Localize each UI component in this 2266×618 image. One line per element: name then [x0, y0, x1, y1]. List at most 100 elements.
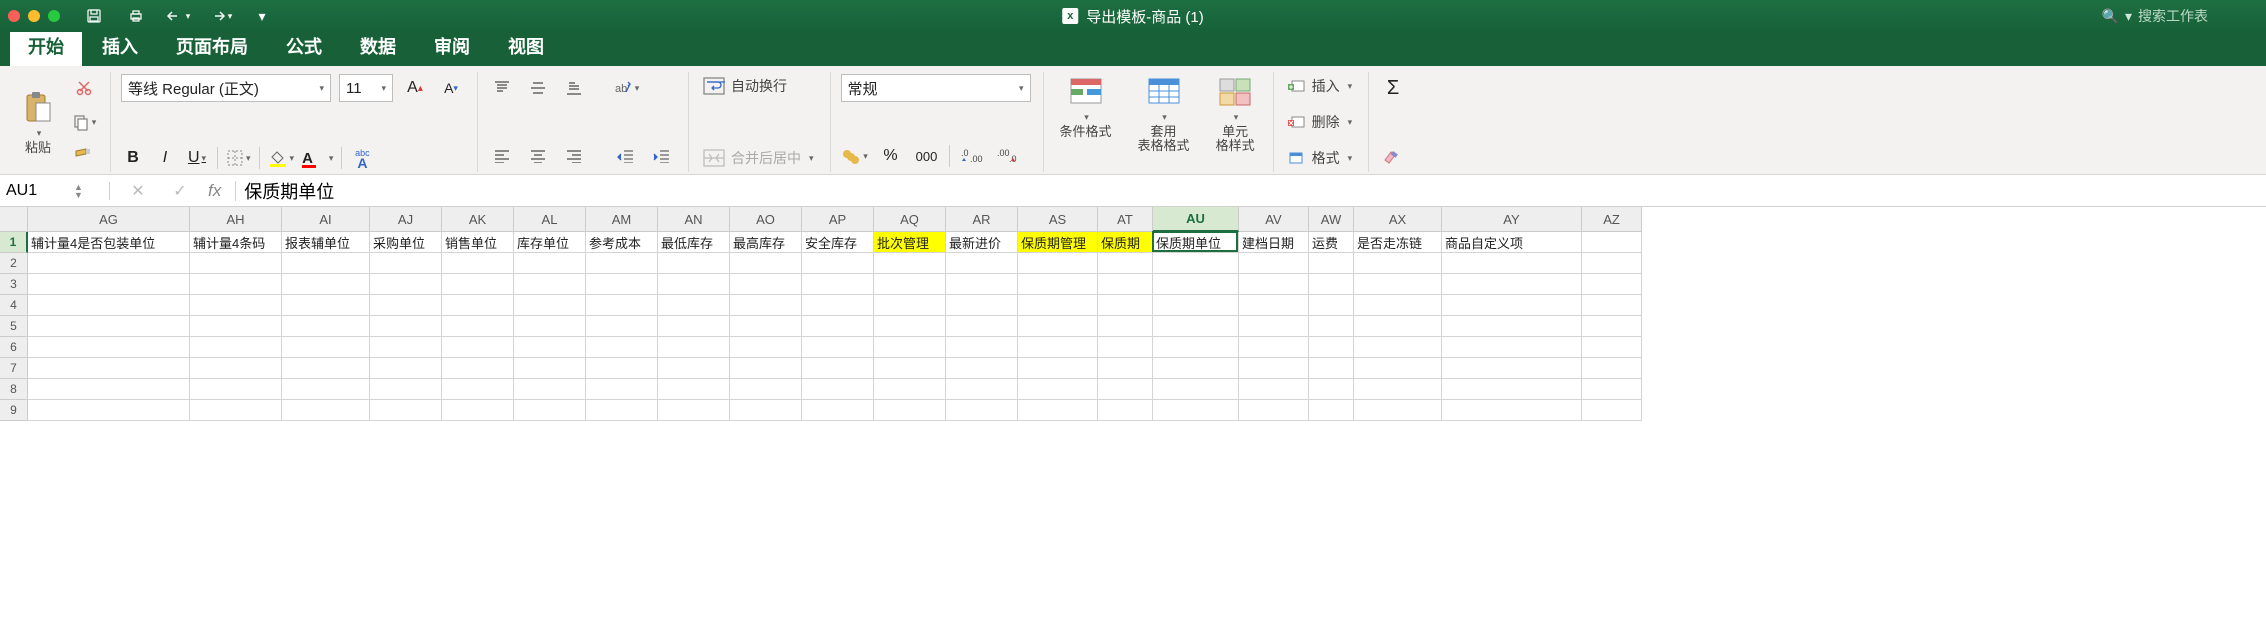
- row-header-3[interactable]: 3: [0, 274, 28, 295]
- column-header-AN[interactable]: AN: [658, 207, 730, 232]
- cell-AS8[interactable]: [1018, 379, 1098, 400]
- cell-AG7[interactable]: [28, 358, 190, 379]
- cell-AO4[interactable]: [730, 295, 802, 316]
- column-header-AH[interactable]: AH: [190, 207, 282, 232]
- cell-AS6[interactable]: [1018, 337, 1098, 358]
- cell-AS7[interactable]: [1018, 358, 1098, 379]
- column-header-AW[interactable]: AW: [1309, 207, 1354, 232]
- column-header-AO[interactable]: AO: [730, 207, 802, 232]
- cell-AP4[interactable]: [802, 295, 874, 316]
- cell-AR3[interactable]: [946, 274, 1018, 295]
- search-input[interactable]: [2138, 8, 2258, 24]
- font-name-combo[interactable]: 等线 Regular (正文)▾: [121, 74, 331, 102]
- cell-AH2[interactable]: [190, 253, 282, 274]
- cell-AO3[interactable]: [730, 274, 802, 295]
- cell-AP7[interactable]: [802, 358, 874, 379]
- cell-AY2[interactable]: [1442, 253, 1582, 274]
- redo-button[interactable]: ▾: [206, 2, 234, 30]
- cell-AI3[interactable]: [282, 274, 370, 295]
- insert-cells-button[interactable]: 插入▾: [1284, 74, 1357, 98]
- cell-AJ4[interactable]: [370, 295, 442, 316]
- cell-AH3[interactable]: [190, 274, 282, 295]
- name-box[interactable]: ▲▼: [0, 182, 110, 200]
- cell-AT6[interactable]: [1098, 337, 1153, 358]
- cell-AY3[interactable]: [1442, 274, 1582, 295]
- cell-AL5[interactable]: [514, 316, 586, 337]
- cell-AI5[interactable]: [282, 316, 370, 337]
- undo-button[interactable]: ▾: [164, 2, 192, 30]
- select-all-corner[interactable]: [0, 207, 28, 232]
- row-header-2[interactable]: 2: [0, 253, 28, 274]
- cell-AG2[interactable]: [28, 253, 190, 274]
- column-header-AI[interactable]: AI: [282, 207, 370, 232]
- bold-button[interactable]: B: [121, 146, 145, 170]
- cell-AI6[interactable]: [282, 337, 370, 358]
- cell-AU2[interactable]: [1153, 253, 1239, 274]
- increase-decimal-button[interactable]: .0.00: [958, 142, 986, 170]
- cell-AL9[interactable]: [514, 400, 586, 421]
- cell-AY5[interactable]: [1442, 316, 1582, 337]
- autosum-button[interactable]: Σ: [1379, 74, 1407, 102]
- cell-AP9[interactable]: [802, 400, 874, 421]
- cell-AW9[interactable]: [1309, 400, 1354, 421]
- cell-AM4[interactable]: [586, 295, 658, 316]
- column-header-AJ[interactable]: AJ: [370, 207, 442, 232]
- cell-AX2[interactable]: [1354, 253, 1442, 274]
- column-header-AZ[interactable]: AZ: [1582, 207, 1642, 232]
- cell-AO1[interactable]: 最高库存: [730, 232, 802, 253]
- cell-AR2[interactable]: [946, 253, 1018, 274]
- cell-AV5[interactable]: [1239, 316, 1309, 337]
- align-center-button[interactable]: [524, 142, 552, 170]
- cell-AZ4[interactable]: [1582, 295, 1642, 316]
- cell-AN9[interactable]: [658, 400, 730, 421]
- cell-AV2[interactable]: [1239, 253, 1309, 274]
- cell-AZ2[interactable]: [1582, 253, 1642, 274]
- cell-AX7[interactable]: [1354, 358, 1442, 379]
- column-header-AM[interactable]: AM: [586, 207, 658, 232]
- cell-AH6[interactable]: [190, 337, 282, 358]
- cell-AH4[interactable]: [190, 295, 282, 316]
- cell-AR9[interactable]: [946, 400, 1018, 421]
- align-bottom-button[interactable]: [560, 74, 588, 102]
- column-header-AP[interactable]: AP: [802, 207, 874, 232]
- cell-AT8[interactable]: [1098, 379, 1153, 400]
- cell-AX8[interactable]: [1354, 379, 1442, 400]
- tab-视图[interactable]: 视图: [490, 27, 562, 66]
- cell-AO5[interactable]: [730, 316, 802, 337]
- cell-AV4[interactable]: [1239, 295, 1309, 316]
- column-header-AT[interactable]: AT: [1098, 207, 1153, 232]
- cell-AQ3[interactable]: [874, 274, 946, 295]
- cell-AL7[interactable]: [514, 358, 586, 379]
- format-cells-button[interactable]: 格式▾: [1284, 146, 1357, 170]
- cell-AX4[interactable]: [1354, 295, 1442, 316]
- cell-AK4[interactable]: [442, 295, 514, 316]
- cell-AK5[interactable]: [442, 316, 514, 337]
- cell-AY7[interactable]: [1442, 358, 1582, 379]
- cell-AT5[interactable]: [1098, 316, 1153, 337]
- cell-AK2[interactable]: [442, 253, 514, 274]
- cell-AZ8[interactable]: [1582, 379, 1642, 400]
- cell-AU9[interactable]: [1153, 400, 1239, 421]
- cell-AL2[interactable]: [514, 253, 586, 274]
- minimize-window-button[interactable]: [28, 10, 40, 22]
- cell-AY4[interactable]: [1442, 295, 1582, 316]
- decrease-decimal-button[interactable]: .00.0: [994, 142, 1022, 170]
- cell-AV6[interactable]: [1239, 337, 1309, 358]
- cell-AU8[interactable]: [1153, 379, 1239, 400]
- cell-AX1[interactable]: 是否走冻链: [1354, 232, 1442, 253]
- cell-AL8[interactable]: [514, 379, 586, 400]
- increase-font-button[interactable]: A▴: [401, 74, 429, 102]
- cell-AZ6[interactable]: [1582, 337, 1642, 358]
- clear-button[interactable]: [1379, 142, 1407, 170]
- cell-AQ1[interactable]: 批次管理: [874, 232, 946, 253]
- cell-AP1[interactable]: 安全库存: [802, 232, 874, 253]
- print-button[interactable]: [122, 2, 150, 30]
- cell-AL1[interactable]: 库存单位: [514, 232, 586, 253]
- format-as-table-button[interactable]: ▾ 套用表格格式: [1132, 74, 1196, 153]
- cell-AS3[interactable]: [1018, 274, 1098, 295]
- cell-AS4[interactable]: [1018, 295, 1098, 316]
- cell-AK9[interactable]: [442, 400, 514, 421]
- cell-AW2[interactable]: [1309, 253, 1354, 274]
- cell-AH5[interactable]: [190, 316, 282, 337]
- cell-AM1[interactable]: 参考成本: [586, 232, 658, 253]
